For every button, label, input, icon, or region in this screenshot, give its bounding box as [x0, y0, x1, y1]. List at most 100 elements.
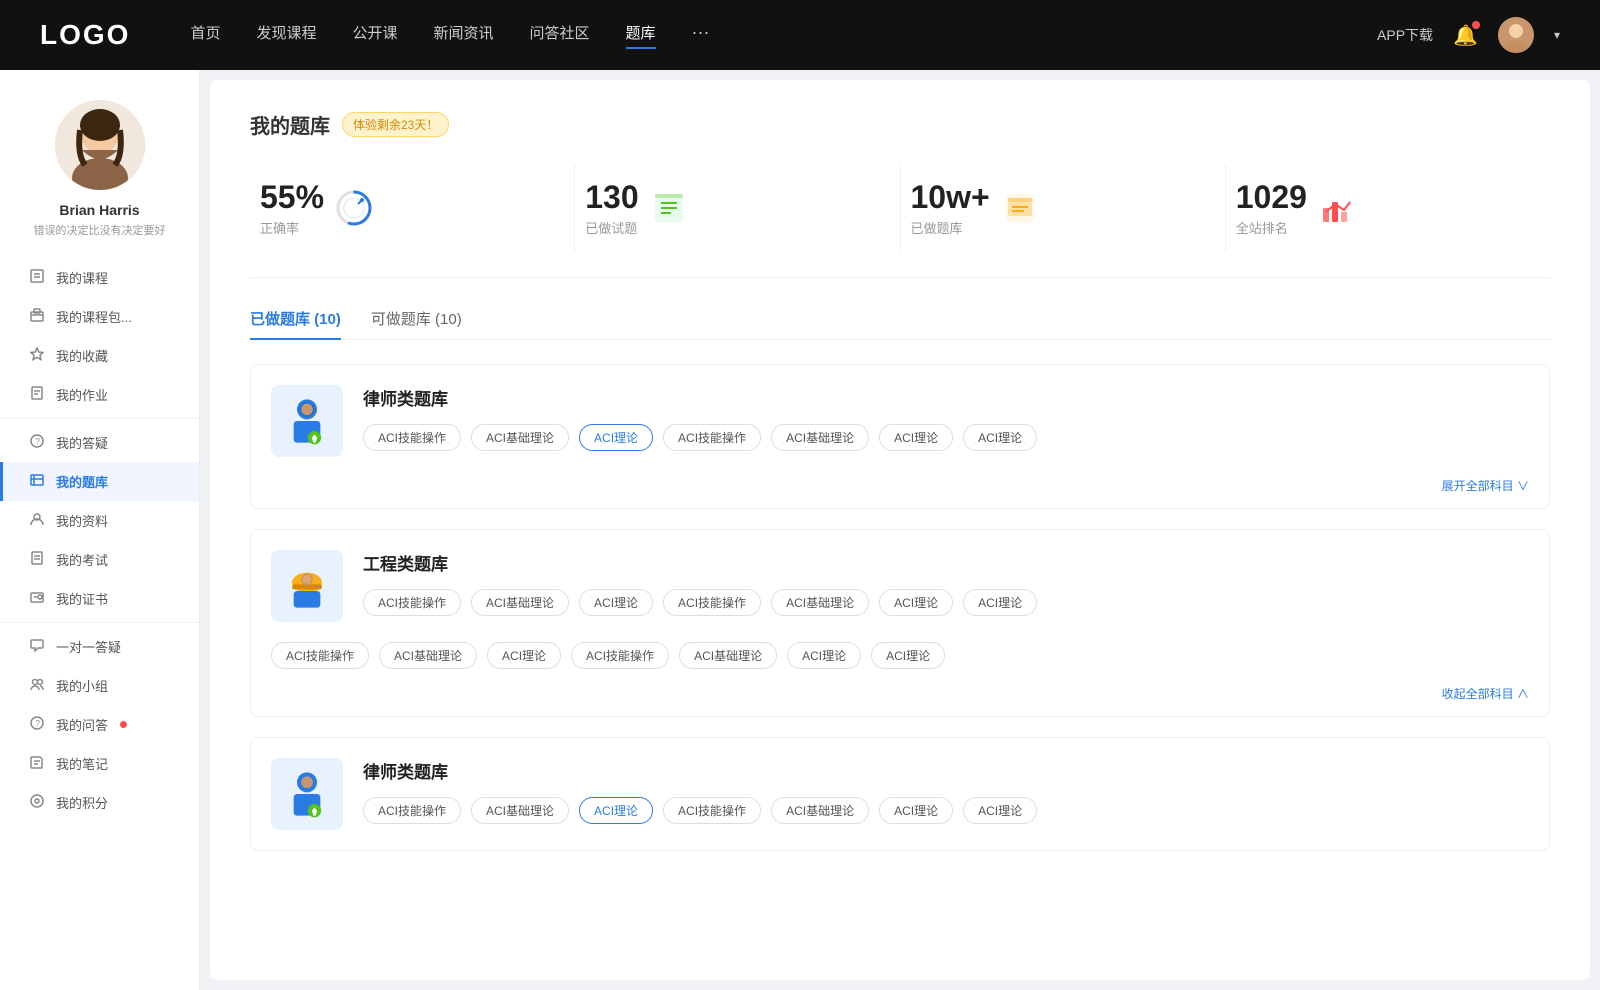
- qbank-tag[interactable]: ACI基础理论: [771, 797, 869, 824]
- qbank-tag[interactable]: ACI理论: [871, 642, 945, 669]
- sidebar-item-myprofile[interactable]: 我的资料: [0, 501, 199, 540]
- qbank-lawyer-1-expand[interactable]: 展开全部科目 ∨: [251, 477, 1549, 508]
- sidebar-item-myqa[interactable]: ? 我的答疑: [0, 423, 199, 462]
- stat-accuracy-label: 正确率: [260, 218, 324, 237]
- sidebar-item-myhomework[interactable]: 我的作业: [0, 375, 199, 414]
- notification-bell[interactable]: 🔔: [1453, 23, 1478, 48]
- qbank-tag[interactable]: ACI理论: [963, 797, 1037, 824]
- myexam-icon: [28, 551, 46, 568]
- qbank-tag[interactable]: ACI技能操作: [663, 424, 761, 451]
- qbank-lawyer-1-tags: ACI技能操作 ACI基础理论 ACI理论 ACI技能操作 ACI基础理论 AC…: [363, 424, 1529, 451]
- qbank-tag[interactable]: ACI理论: [579, 589, 653, 616]
- tab-done-banks[interactable]: 已做题库 (10): [250, 308, 341, 339]
- qbank-engineer-name: 工程类题库: [363, 550, 1529, 575]
- mygroup-label: 我的小组: [56, 676, 108, 695]
- qbank-lawyer-2-icon: [271, 758, 343, 830]
- divider1: [0, 418, 199, 419]
- sidebar-item-mynotes[interactable]: 我的笔记: [0, 744, 199, 783]
- mynotes-icon: [28, 755, 46, 772]
- stat-accuracy-value: 55%: [260, 179, 324, 216]
- mycert-label: 我的证书: [56, 589, 108, 608]
- nav-opencourse[interactable]: 公开课: [352, 22, 397, 49]
- myqa-label: 我的答疑: [56, 433, 108, 452]
- done-banks-icon: [1002, 190, 1038, 226]
- question-badge: [120, 721, 127, 728]
- nav-more[interactable]: ···: [692, 22, 710, 49]
- qbank-tag[interactable]: ACI理论: [487, 642, 561, 669]
- qbank-engineer-collapse[interactable]: 收起全部科目 ∧: [251, 685, 1549, 716]
- qbank-tag[interactable]: ACI技能操作: [363, 424, 461, 451]
- sidebar-item-mycourse[interactable]: 我的课程: [0, 258, 199, 297]
- sidebar-username: Brian Harris: [59, 202, 139, 218]
- qbank-tag[interactable]: ACI技能操作: [663, 797, 761, 824]
- nav-home[interactable]: 首页: [190, 22, 220, 49]
- navbar-right: APP下载 🔔 ▾: [1377, 17, 1560, 53]
- qbank-tag[interactable]: ACI技能操作: [571, 642, 669, 669]
- sidebar-item-mycert[interactable]: 我的证书: [0, 579, 199, 618]
- sidebar-item-mypackage[interactable]: 我的课程包...: [0, 297, 199, 336]
- sidebar-item-myfavorite[interactable]: 我的收藏: [0, 336, 199, 375]
- qbank-tag[interactable]: ACI基础理论: [471, 589, 569, 616]
- qbank-tag[interactable]: ACI基础理论: [471, 797, 569, 824]
- qbank-lawyer-1-name: 律师类题库: [363, 385, 1529, 410]
- sidebar-item-mygroup[interactable]: 我的小组: [0, 666, 199, 705]
- qbank-tag[interactable]: ACI基础理论: [471, 424, 569, 451]
- qbank-tag-active[interactable]: ACI理论: [579, 424, 653, 451]
- mypackage-label: 我的课程包...: [56, 307, 132, 326]
- user-menu-chevron[interactable]: ▾: [1554, 28, 1560, 42]
- qbank-tag[interactable]: ACI基础理论: [379, 642, 477, 669]
- sidebar-item-myqbank[interactable]: 我的题库: [0, 462, 199, 501]
- 1on1-label: 一对一答疑: [56, 637, 121, 656]
- tab-available-banks[interactable]: 可做题库 (10): [371, 308, 462, 339]
- app-download-btn[interactable]: APP下载: [1377, 25, 1433, 45]
- avatar-image: [1498, 17, 1534, 53]
- svg-text:?: ?: [36, 719, 41, 728]
- sidebar-item-myquestion[interactable]: ? 我的问答: [0, 705, 199, 744]
- qbank-tag[interactable]: ACI技能操作: [363, 797, 461, 824]
- main-content: 我的题库 体验剩余23天！ 55% 正确率: [210, 80, 1590, 980]
- accuracy-icon: [336, 190, 372, 226]
- myquestion-label: 我的问答: [56, 715, 108, 734]
- mypoints-label: 我的积分: [56, 793, 108, 812]
- myexam-label: 我的考试: [56, 550, 108, 569]
- qbank-lawyer-2-info: 律师类题库 ACI技能操作 ACI基础理论 ACI理论 ACI技能操作 ACI基…: [363, 758, 1529, 824]
- user-avatar[interactable]: [1498, 17, 1534, 53]
- sidebar-motto: 错误的决定比没有决定要好: [18, 222, 182, 238]
- nav-discover[interactable]: 发现课程: [256, 22, 316, 49]
- page-title: 我的题库: [250, 110, 330, 139]
- qbank-tag[interactable]: ACI理论: [879, 797, 953, 824]
- sidebar-item-1on1[interactable]: 一对一答疑: [0, 627, 199, 666]
- qbank-tag[interactable]: ACI基础理论: [771, 424, 869, 451]
- qbank-lawyer-2: 律师类题库 ACI技能操作 ACI基础理论 ACI理论 ACI技能操作 ACI基…: [250, 737, 1550, 851]
- qbank-tag[interactable]: ACI理论: [879, 424, 953, 451]
- qbank-tag[interactable]: ACI理论: [963, 589, 1037, 616]
- myprofile-icon: [28, 512, 46, 529]
- nav-news[interactable]: 新闻资讯: [434, 22, 494, 49]
- nav-links: 首页 发现课程 公开课 新闻资讯 问答社区 题库 ···: [190, 22, 1377, 49]
- stat-done-questions-values: 130 已做试题: [585, 179, 638, 237]
- svg-text:?: ?: [36, 437, 41, 446]
- stat-ranking-label: 全站排名: [1236, 218, 1307, 237]
- qbank-tag[interactable]: ACI技能操作: [271, 642, 369, 669]
- sidebar: Brian Harris 错误的决定比没有决定要好 我的课程 我的课程包...: [0, 70, 200, 990]
- tabs-row: 已做题库 (10) 可做题库 (10): [250, 308, 1550, 340]
- sidebar-item-mypoints[interactable]: 我的积分: [0, 783, 199, 822]
- qbank-tag[interactable]: ACI技能操作: [363, 589, 461, 616]
- logo: LOGO: [40, 19, 130, 51]
- qbank-tag[interactable]: ACI基础理论: [771, 589, 869, 616]
- mynotes-label: 我的笔记: [56, 754, 108, 773]
- qbank-tag[interactable]: ACI技能操作: [663, 589, 761, 616]
- nav-qa[interactable]: 问答社区: [530, 22, 590, 49]
- trial-badge: 体验剩余23天！: [342, 112, 449, 137]
- sidebar-item-myexam[interactable]: 我的考试: [0, 540, 199, 579]
- nav-qbank[interactable]: 题库: [626, 22, 656, 49]
- qbank-tag[interactable]: ACI理论: [879, 589, 953, 616]
- sidebar-avatar-img: [55, 100, 145, 190]
- qbank-tag[interactable]: ACI基础理论: [679, 642, 777, 669]
- qbank-tag-active[interactable]: ACI理论: [579, 797, 653, 824]
- myqbank-icon: [28, 473, 46, 490]
- qbank-engineer-tags-row2: ACI技能操作 ACI基础理论 ACI理论 ACI技能操作 ACI基础理论 AC…: [251, 642, 1549, 685]
- mygroup-icon: [28, 677, 46, 694]
- qbank-tag[interactable]: ACI理论: [963, 424, 1037, 451]
- qbank-tag[interactable]: ACI理论: [787, 642, 861, 669]
